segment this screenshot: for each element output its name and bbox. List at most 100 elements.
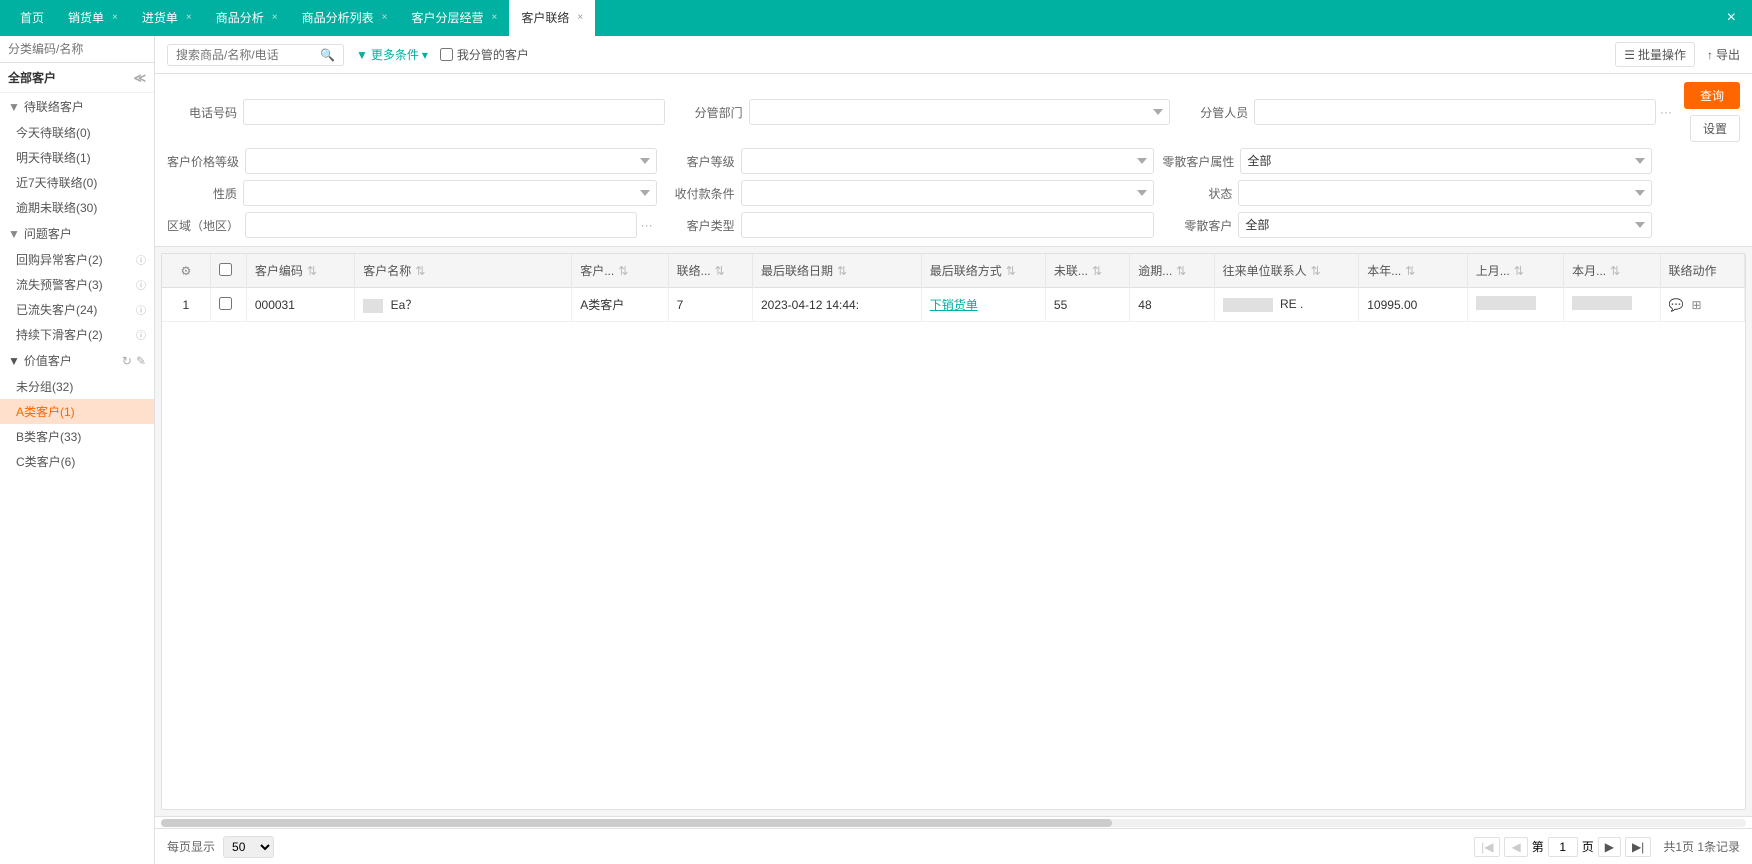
action-icons-group: 💬 ⊞ xyxy=(1669,298,1736,312)
grid-action-icon[interactable]: ⊞ xyxy=(1691,298,1701,312)
query-button[interactable]: 查询 xyxy=(1684,82,1740,109)
sidebar-item-b-class[interactable]: B类客户(33) xyxy=(0,424,154,449)
th-last-month[interactable]: 上月... ⇅ xyxy=(1467,254,1563,288)
sidebar-search-input[interactable] xyxy=(8,42,155,56)
value-edit-icon[interactable]: ✎ xyxy=(136,354,146,368)
sidebar-item-today[interactable]: 今天待联络(0) xyxy=(0,120,154,145)
nav-analysis[interactable]: 商品分析 × xyxy=(204,0,290,36)
nav-analysis-list-close[interactable]: × xyxy=(382,0,388,36)
th-name[interactable]: 客户名称 ⇅ xyxy=(355,254,572,288)
scrollbar-thumb[interactable] xyxy=(161,819,1112,827)
sidebar-item-ungroup[interactable]: 未分组(32) xyxy=(0,374,154,399)
sidebar-group-value: ▼ 价值客户 ↻ ✎ xyxy=(0,347,154,374)
horizontal-scrollbar[interactable] xyxy=(155,816,1752,828)
row-checkbox[interactable] xyxy=(219,297,232,310)
chat-action-icon[interactable]: 💬 xyxy=(1669,298,1684,312)
filter-retail-select[interactable]: 全部 xyxy=(1238,212,1652,238)
sidebar-group-pending-arrow: ▼ xyxy=(8,100,20,114)
nav-analysis-list[interactable]: 商品分析列表 × xyxy=(290,0,400,36)
filter-status-select[interactable] xyxy=(1238,180,1652,206)
sidebar-item-a-class[interactable]: A类客户(1) xyxy=(0,399,154,424)
search-input[interactable] xyxy=(176,48,316,62)
filter-dept-select[interactable] xyxy=(749,99,1171,125)
sidebar-group-problem[interactable]: ▼ 问题客户 xyxy=(0,220,154,247)
nav-sales[interactable]: 销货单 × xyxy=(56,0,130,36)
page-input[interactable] xyxy=(1548,837,1578,857)
row-last-date: 2023-04-12 14:44: xyxy=(752,288,921,322)
filter-status: 状态 xyxy=(1162,180,1652,206)
sort-icon-name: ⇅ xyxy=(415,264,425,278)
next-page-btn[interactable]: ▶ xyxy=(1598,837,1621,857)
sidebar-item-lost-warning[interactable]: 流失预警客户(3) ⓘ xyxy=(0,272,154,297)
select-all-checkbox[interactable] xyxy=(219,263,232,276)
sidebar-item-7days[interactable]: 近7天待联络(0) xyxy=(0,170,154,195)
filter-retail-attr-select[interactable]: 全部 xyxy=(1240,148,1652,174)
sidebar-item-lost[interactable]: 已流失客户(24) ⓘ xyxy=(0,297,154,322)
my-customers-checkbox[interactable] xyxy=(440,48,453,61)
nav-home[interactable]: 首页 xyxy=(8,0,56,36)
filter-retail-attr: 零散客户属性 全部 xyxy=(1162,148,1652,174)
sidebar-item-declining[interactable]: 持续下滑客户(2) ⓘ xyxy=(0,322,154,347)
filter-customer-type-input[interactable] xyxy=(741,212,1155,238)
filter-region-input[interactable] xyxy=(245,212,637,238)
total-records: 共1页 1条记录 xyxy=(1663,838,1740,855)
gear-icon[interactable]: ⚙ xyxy=(180,264,191,278)
nav-purchase[interactable]: 进货单 × xyxy=(130,0,204,36)
th-overdue[interactable]: 逾期... ⇅ xyxy=(1130,254,1214,288)
nav-customer-contact[interactable]: 客户联络 × xyxy=(509,0,595,36)
info-icon-declining: ⓘ xyxy=(136,327,146,342)
th-contact[interactable]: 联络... ⇅ xyxy=(668,254,752,288)
filter-payment-select[interactable] xyxy=(741,180,1155,206)
row-last-method-link[interactable]: 下销货单 xyxy=(930,298,978,312)
nav-customer-segment-close[interactable]: × xyxy=(491,0,497,36)
nav-customer-contact-close[interactable]: × xyxy=(577,0,583,36)
page-size-select[interactable]: 50 100 xyxy=(223,836,274,858)
sidebar-item-overdue[interactable]: 逾期未联络(30) xyxy=(0,195,154,220)
window-close-button[interactable]: × xyxy=(1719,9,1744,27)
th-this-year[interactable]: 本年... ⇅ xyxy=(1359,254,1467,288)
nav-analysis-close[interactable]: × xyxy=(272,0,278,36)
th-contact-person[interactable]: 往来单位联系人 ⇅ xyxy=(1214,254,1359,288)
filter-customer-level-select[interactable] xyxy=(741,148,1155,174)
th-last-date[interactable]: 最后联络日期 ⇅ xyxy=(752,254,921,288)
filter-region-dots[interactable]: ··· xyxy=(637,218,657,232)
filter-person-input[interactable] xyxy=(1254,99,1656,125)
first-page-btn[interactable]: |◀ xyxy=(1474,837,1500,857)
filter-row-1: 电话号码 分管部门 分管人员 ··· 查询 设置 xyxy=(167,82,1740,142)
th-this-month[interactable]: 本月... ⇅ xyxy=(1564,254,1660,288)
last-page-btn[interactable]: ▶| xyxy=(1625,837,1651,857)
filter-person-dots[interactable]: ··· xyxy=(1656,105,1676,119)
info-icon-lost-warning: ⓘ xyxy=(136,277,146,292)
sidebar-item-c-class[interactable]: C类客户(6) xyxy=(0,449,154,474)
more-filters-btn[interactable]: ▼ 更多条件 ▾ xyxy=(356,46,428,63)
filter-phone-input[interactable] xyxy=(243,99,665,125)
filter-nature-select[interactable] xyxy=(243,180,657,206)
settings-button[interactable]: 设置 xyxy=(1690,115,1740,142)
filter-nature-label: 性质 xyxy=(167,185,237,202)
sidebar-item-tomorrow[interactable]: 明天待联络(1) xyxy=(0,145,154,170)
export-button[interactable]: ↑ 导出 xyxy=(1707,46,1740,63)
nav-purchase-close[interactable]: × xyxy=(186,0,192,36)
th-unlink-days[interactable]: 未联... ⇅ xyxy=(1045,254,1129,288)
sidebar-group-value-arrow[interactable]: ▼ xyxy=(8,354,20,368)
sidebar: 🔍 全部客户 ≪ ▼ 待联络客户 今天待联络(0) 明天待联络(1) 近7天待联… xyxy=(0,36,155,864)
row-this-year: 10995.00 xyxy=(1359,288,1467,322)
nav-sales-close[interactable]: × xyxy=(112,0,118,36)
th-type[interactable]: 客户... ⇅ xyxy=(572,254,668,288)
sidebar-group-pending[interactable]: ▼ 待联络客户 xyxy=(0,93,154,120)
sidebar-collapse-icon[interactable]: ≪ xyxy=(133,71,146,85)
filter-price-level-select[interactable] xyxy=(245,148,657,174)
my-customers-filter[interactable]: 我分管的客户 xyxy=(440,46,529,63)
batch-op-button[interactable]: ☰ 批量操作 xyxy=(1615,42,1695,67)
th-code[interactable]: 客户编码 ⇅ xyxy=(246,254,354,288)
filter-customer-level: 客户等级 xyxy=(665,148,1155,174)
value-refresh-icon[interactable]: ↻ xyxy=(122,354,132,368)
prev-page-btn[interactable]: ◀ xyxy=(1504,837,1527,857)
nav-customer-segment[interactable]: 客户分层经营 × xyxy=(399,0,509,36)
table-row: 1 000031 Ea？ A类客户 xyxy=(162,288,1745,322)
sort-icon-type: ⇅ xyxy=(618,264,628,278)
sidebar-item-repurchase-abnormal[interactable]: 回购异常客户(2) ⓘ xyxy=(0,247,154,272)
th-last-method[interactable]: 最后联络方式 ⇅ xyxy=(921,254,1045,288)
page-label: 第 xyxy=(1532,838,1544,855)
filter-payment-label: 收付款条件 xyxy=(665,185,735,202)
